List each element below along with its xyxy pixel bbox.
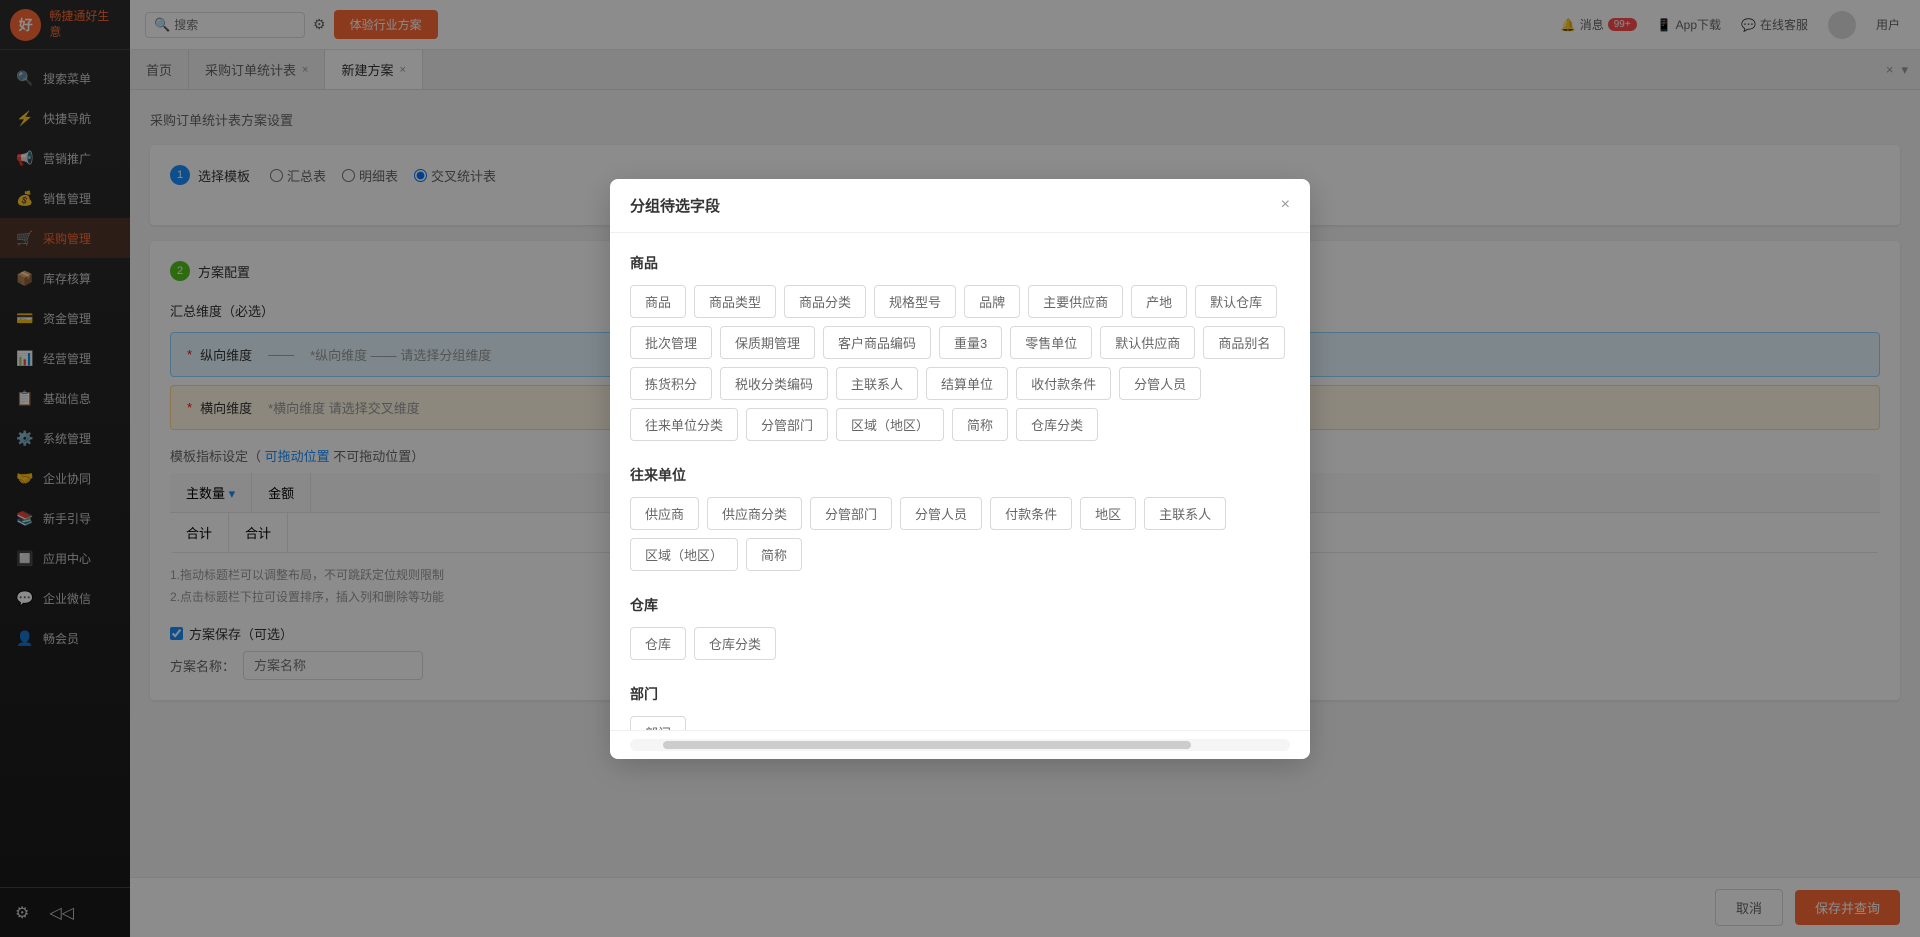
field-tag-default-warehouse[interactable]: 默认仓库 [1195,285,1277,318]
modal-body[interactable]: 商品 商品 商品类型 商品分类 规格型号 品牌 主要供应商 产地 默认仓库 批次… [610,233,1310,730]
field-tag-region2[interactable]: 区域（地区） [630,538,738,571]
field-select-modal: 分组待选字段 × 商品 商品 商品类型 商品分类 规格型号 品牌 主要供应商 产… [610,179,1310,759]
field-tag-main-contact-partner[interactable]: 主联系人 [1144,497,1226,530]
field-group-warehouse: 仓库 仓库 仓库分类 [630,595,1290,660]
field-tag-goods-category[interactable]: 商品分类 [784,285,866,318]
field-tag-dept[interactable]: 分管部门 [810,497,892,530]
field-tag-weight[interactable]: 重量3 [939,326,1002,359]
partner-field-tags: 供应商 供应商分类 分管部门 分管人员 付款条件 地区 主联系人 区域（地区） … [630,497,1290,571]
warehouse-field-tags: 仓库 仓库分类 [630,627,1290,660]
field-tag-department[interactable]: 部门 [630,716,686,730]
field-tag-main-supplier[interactable]: 主要供应商 [1028,285,1123,318]
field-tag-warehouse[interactable]: 仓库 [630,627,686,660]
field-tag-warehouse-cat[interactable]: 仓库分类 [694,627,776,660]
field-tag-payment-terms[interactable]: 收付款条件 [1016,367,1111,400]
horizontal-scroll-thumb [663,741,1191,749]
field-tag-spec[interactable]: 规格型号 [874,285,956,318]
field-tag-alias[interactable]: 商品别名 [1203,326,1285,359]
field-tag-origin[interactable]: 产地 [1131,285,1187,318]
modal-title: 分组待选字段 [630,195,720,216]
field-tag-supplier-category[interactable]: 供应商分类 [707,497,802,530]
field-tag-batch[interactable]: 批次管理 [630,326,712,359]
modal-header: 分组待选字段 × [610,179,1310,233]
field-tag-supplier[interactable]: 供应商 [630,497,699,530]
modal-close-button[interactable]: × [1281,196,1290,214]
field-tag-default-supplier[interactable]: 默认供应商 [1100,326,1195,359]
field-tag-main-contact[interactable]: 主联系人 [836,367,918,400]
field-tag-retail-unit[interactable]: 零售单位 [1010,326,1092,359]
warehouse-title: 仓库 [630,595,1290,615]
field-tag-short-name-partner[interactable]: 简称 [746,538,802,571]
field-tag-supervisor[interactable]: 分管人员 [1119,367,1201,400]
modal-scrollbar-container [610,730,1310,759]
field-tag-brand[interactable]: 品牌 [964,285,1020,318]
department-field-tags: 部门 [630,716,1290,730]
field-tag-pick-score[interactable]: 拣货积分 [630,367,712,400]
field-group-department: 部门 部门 [630,684,1290,730]
goods-title: 商品 [630,253,1290,273]
field-tag-region-goods[interactable]: 区域（地区） [836,408,944,441]
field-tag-shelf-life[interactable]: 保质期管理 [720,326,815,359]
field-group-partner: 往来单位 供应商 供应商分类 分管部门 分管人员 付款条件 地区 主联系人 区域… [630,465,1290,571]
field-tag-settlement-unit[interactable]: 结算单位 [926,367,1008,400]
field-tag-supervisor-partner[interactable]: 分管人员 [900,497,982,530]
department-title: 部门 [630,684,1290,704]
goods-field-tags: 商品 商品类型 商品分类 规格型号 品牌 主要供应商 产地 默认仓库 批次管理 … [630,285,1290,441]
field-tag-supervisor-dept[interactable]: 分管部门 [746,408,828,441]
horizontal-scrollbar[interactable] [630,739,1290,751]
field-tag-customer-code[interactable]: 客户商品编码 [823,326,931,359]
field-tag-warehouse-category[interactable]: 仓库分类 [1016,408,1098,441]
field-tag-short-name-goods[interactable]: 简称 [952,408,1008,441]
field-tag-goods[interactable]: 商品 [630,285,686,318]
field-tag-goods-type[interactable]: 商品类型 [694,285,776,318]
field-tag-tax-code[interactable]: 税收分类编码 [720,367,828,400]
field-group-goods: 商品 商品 商品类型 商品分类 规格型号 品牌 主要供应商 产地 默认仓库 批次… [630,253,1290,441]
field-tag-partner-category[interactable]: 往来单位分类 [630,408,738,441]
field-tag-payment-condition[interactable]: 付款条件 [990,497,1072,530]
partner-title: 往来单位 [630,465,1290,485]
field-tag-region-partner[interactable]: 地区 [1080,497,1136,530]
